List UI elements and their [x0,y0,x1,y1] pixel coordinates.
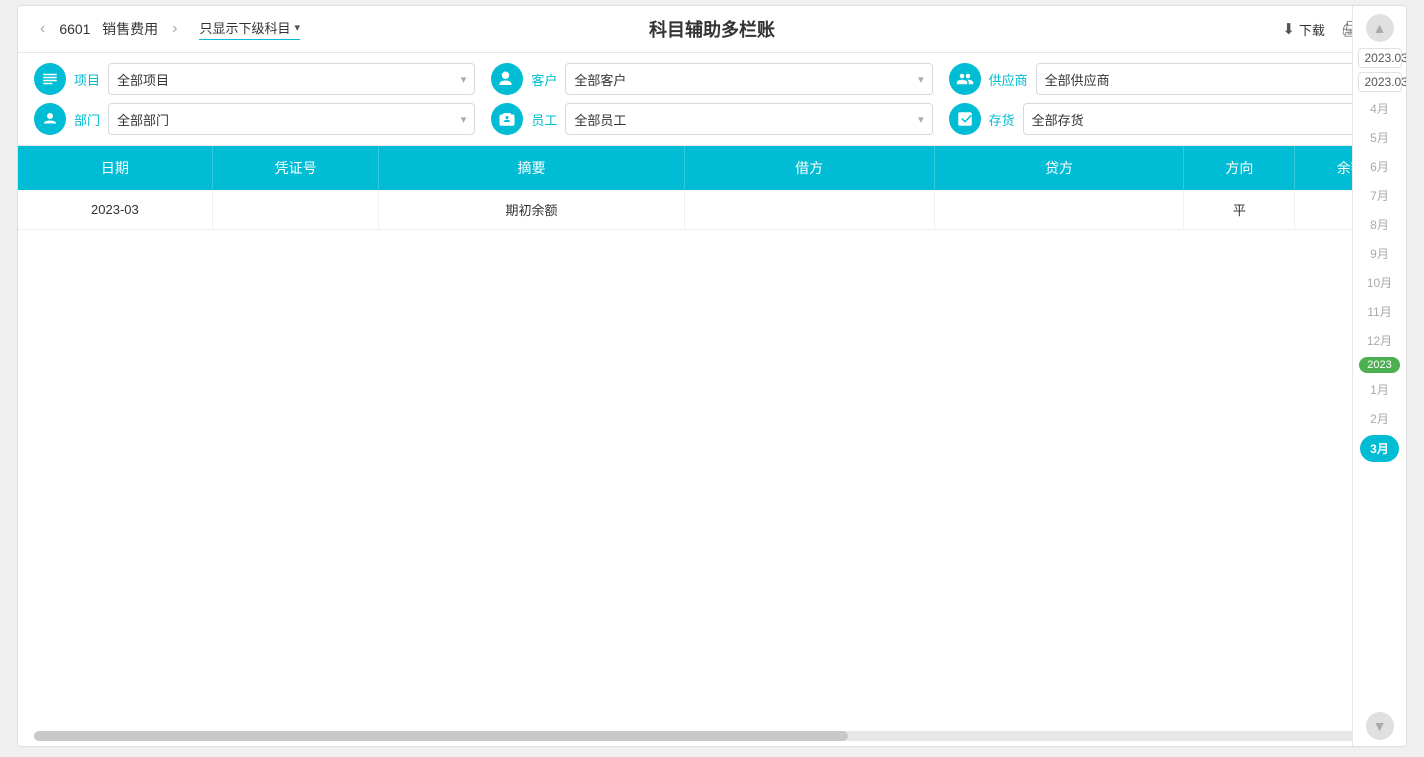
supplier-value: 全部供应商 [1045,70,1110,89]
customer-value: 全部客户 [574,70,626,89]
col-credit: 贷方 [934,146,1184,190]
employee-arrow: ▾ [918,113,924,126]
top-bar: ‹ 6601 销售费用 › 只显示下级科目 ▾ 科目辅助多栏账 ⬇ 下载 🖨 打… [18,6,1406,53]
department-value: 全部部门 [117,110,169,129]
timeline-1[interactable]: 1月 [1353,375,1406,404]
show-sub-label: 只显示下级科目 [199,18,290,37]
download-icon: ⬇ [1282,20,1295,38]
timeline-11[interactable]: 11月 [1353,297,1406,326]
table-row: 2023-03 期初余额 平 [18,190,1406,230]
customer-select[interactable]: 全部客户 ▾ [565,63,932,95]
col-debit: 借方 [684,146,934,190]
col-date: 日期 [18,146,212,190]
chevron-down-icon: ▾ [295,21,301,34]
inventory-icon [949,103,981,135]
employee-select[interactable]: 全部员工 ▾ [565,103,932,135]
department-icon [34,103,66,135]
timeline-down-button[interactable]: ▼ [1366,712,1394,740]
timeline-6[interactable]: 6月 [1353,152,1406,181]
timeline-12[interactable]: 12月 [1353,326,1406,355]
col-voucher: 凭证号 [212,146,379,190]
filter-department: 部门 全部部门 ▾ [34,103,475,135]
show-sub-button[interactable]: 只显示下级科目 ▾ [199,18,300,40]
department-arrow: ▾ [461,113,467,126]
timeline-range-start[interactable]: 2023.03 [1358,48,1402,68]
main-container: × ‹ 6601 销售费用 › 只显示下级科目 ▾ 科目辅助多栏账 ⬇ 下载 🖨… [17,5,1407,747]
cell-debit [684,190,934,230]
timeline-8[interactable]: 8月 [1353,210,1406,239]
project-arrow: ▾ [461,73,467,86]
timeline-4[interactable]: 4月 [1353,94,1406,123]
inventory-label: 存货 [989,110,1015,129]
department-label: 部门 [74,110,100,129]
timeline-7[interactable]: 7月 [1353,181,1406,210]
col-summary: 摘要 [379,146,684,190]
supplier-label: 供应商 [989,70,1028,89]
timeline-panel: ▲ 2023.03 2023.03 4月 5月 6月 7月 8月 9月 10月 … [1352,6,1406,747]
timeline-10[interactable]: 10月 [1353,268,1406,297]
cell-date: 2023-03 [18,190,212,230]
scrollbar-thumb [34,731,848,741]
filter-customer: 客户 全部客户 ▾ [491,63,932,95]
cell-direction: 平 [1184,190,1295,230]
cell-summary: 期初余额 [379,190,684,230]
project-label: 项目 [74,70,100,89]
account-code: 6601 销售费用 [59,19,158,39]
nav-prev-button[interactable]: ‹ [34,18,51,40]
project-value: 全部项目 [117,70,169,89]
filter-supplier: 供应商 全部供应商 ▾ [949,63,1390,95]
supplier-select[interactable]: 全部供应商 ▾ [1036,63,1390,95]
filter-area: 项目 全部项目 ▾ 客户 全部客户 ▾ 供应商 全部供应商 ▾ [18,53,1406,146]
filter-project: 项目 全部项目 ▾ [34,63,475,95]
filter-inventory: 存货 全部存货 ▾ [949,103,1390,135]
ledger-table: 日期 凭证号 摘要 借方 贷方 方向 余额 2023-03 期初余额 平 [18,146,1406,230]
cell-credit [934,190,1184,230]
project-icon [34,63,66,95]
inventory-value: 全部存货 [1032,110,1084,129]
table-wrapper: 日期 凭证号 摘要 借方 贷方 方向 余额 2023-03 期初余额 平 [18,146,1406,726]
timeline-2[interactable]: 2月 [1353,404,1406,433]
nav-next-button[interactable]: › [166,18,183,40]
employee-label: 员工 [531,110,557,129]
customer-arrow: ▾ [918,73,924,86]
page-title: 科目辅助多栏账 [649,16,775,42]
supplier-icon [949,63,981,95]
project-select[interactable]: 全部项目 ▾ [108,63,475,95]
timeline-5[interactable]: 5月 [1353,123,1406,152]
download-label: 下载 [1299,20,1325,39]
cell-voucher [212,190,379,230]
table-header-row: 日期 凭证号 摘要 借方 贷方 方向 余额 [18,146,1406,190]
customer-label: 客户 [531,70,557,89]
timeline-up-button[interactable]: ▲ [1366,14,1394,42]
department-select[interactable]: 全部部门 ▾ [108,103,475,135]
timeline-3-active[interactable]: 3月 [1360,435,1399,462]
timeline-year-2023[interactable]: 2023 [1359,357,1399,373]
timeline-items: 2023.03 2023.03 4月 5月 6月 7月 8月 9月 10月 11… [1353,46,1406,712]
employee-icon [491,103,523,135]
col-direction: 方向 [1184,146,1295,190]
timeline-range-end[interactable]: 2023.03 [1358,72,1402,92]
customer-icon [491,63,523,95]
timeline-9[interactable]: 9月 [1353,239,1406,268]
horizontal-scrollbar[interactable] [34,731,1390,741]
filter-employee: 员工 全部员工 ▾ [491,103,932,135]
inventory-select[interactable]: 全部存货 ▾ [1023,103,1390,135]
employee-value: 全部员工 [574,110,626,129]
download-button[interactable]: ⬇ 下载 [1282,20,1325,39]
